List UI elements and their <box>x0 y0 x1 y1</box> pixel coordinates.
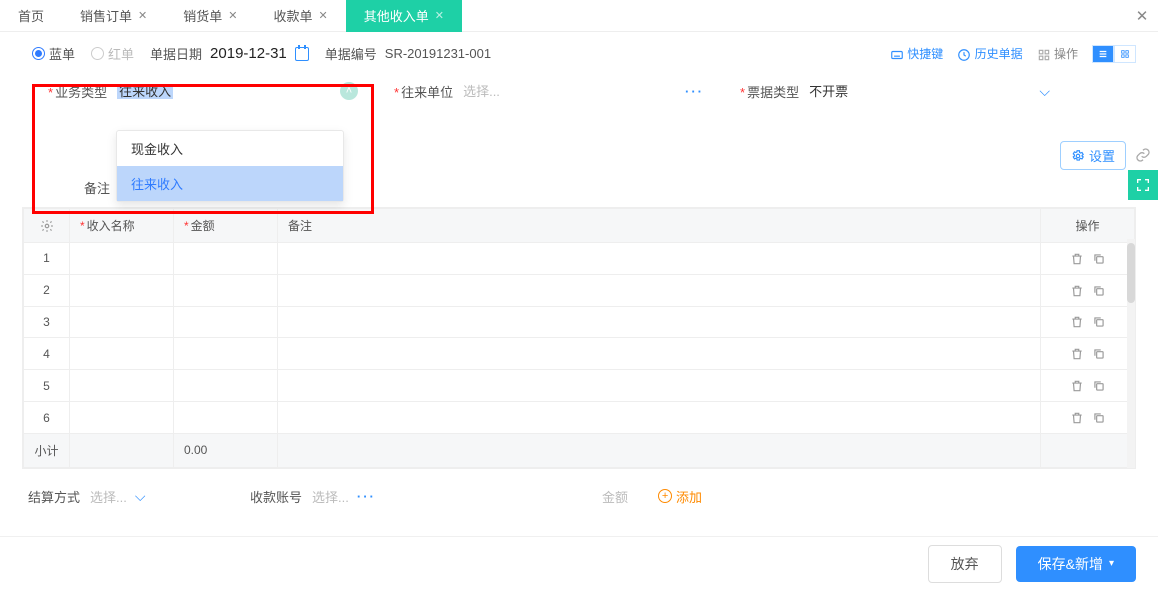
sub-toolbar: 蓝单 红单 单据日期 2019-12-31 单据编号 SR-20191231-001… <box>0 32 1158 73</box>
radio-blue[interactable]: 蓝单 <box>32 44 75 63</box>
grid-view-icon[interactable] <box>1114 45 1136 63</box>
chevron-up-icon[interactable]: ˄ <box>340 82 358 100</box>
side-icons <box>1128 140 1158 200</box>
table-row[interactable]: 6 <box>24 402 1135 434</box>
shortcut-link[interactable]: 快捷键 <box>890 45 943 62</box>
items-table: *收入名称 *金额 备注 操作 1 2 3 4 5 6 小计 0.00 <box>22 207 1136 469</box>
invoice-type-value: 不开票 <box>809 77 1029 105</box>
link-icon[interactable] <box>1128 140 1158 170</box>
pay-account-select[interactable]: 选择...··· <box>312 487 462 506</box>
tab-other-income[interactable]: 其他收入单✕ <box>346 0 462 32</box>
discard-button[interactable]: 放弃 <box>928 545 1002 583</box>
trash-icon[interactable] <box>1070 252 1084 266</box>
table-row[interactable]: 5 <box>24 370 1135 402</box>
close-icon[interactable]: ✕ <box>435 9 444 22</box>
fullscreen-icon[interactable] <box>1128 170 1158 200</box>
copy-icon[interactable] <box>1092 315 1106 329</box>
footer-bar: 放弃 保存&新增▾ <box>0 536 1158 590</box>
tab-sales-order[interactable]: 销售订单✕ <box>62 0 165 32</box>
biz-type-field[interactable]: *业务类型 往来收入 ˄ <box>48 77 358 105</box>
scrollbar[interactable] <box>1127 239 1135 468</box>
col-amount: *金额 <box>174 209 278 243</box>
copy-icon[interactable] <box>1092 379 1106 393</box>
trash-icon[interactable] <box>1070 315 1084 329</box>
date-label: 单据日期 <box>150 44 202 63</box>
view-toggle[interactable] <box>1092 45 1136 63</box>
close-icon[interactable]: ✕ <box>228 9 237 22</box>
no-label: 单据编号 <box>325 44 377 63</box>
tab-home[interactable]: 首页 <box>0 0 62 32</box>
save-and-new-button[interactable]: 保存&新增▾ <box>1016 546 1136 582</box>
table-row[interactable]: 1 <box>24 243 1135 275</box>
close-icon[interactable]: ✕ <box>138 9 147 22</box>
trash-icon[interactable] <box>1070 411 1084 425</box>
no-value: SR-20191231-001 <box>385 46 491 61</box>
tab-receipt[interactable]: 收款单✕ <box>255 0 345 32</box>
close-icon[interactable]: ✕ <box>319 9 328 22</box>
tab-shipment[interactable]: 销货单✕ <box>165 0 255 32</box>
biz-type-option-cash[interactable]: 现金收入 <box>117 131 343 166</box>
table-row[interactable]: 2 <box>24 274 1135 306</box>
trash-icon[interactable] <box>1070 347 1084 361</box>
copy-icon[interactable] <box>1092 284 1106 298</box>
copy-icon[interactable] <box>1092 411 1106 425</box>
pay-amount-label: 金额 <box>602 487 628 506</box>
col-idx <box>24 209 70 243</box>
subtotal-amount: 0.00 <box>174 433 278 467</box>
invoice-type-field[interactable]: *票据类型 不开票 ⌵ <box>740 77 1050 105</box>
operations-menu[interactable]: 操作 <box>1037 45 1078 62</box>
trash-icon[interactable] <box>1070 284 1084 298</box>
biz-type-option-ar[interactable]: 往来收入 <box>117 166 343 201</box>
gear-icon[interactable] <box>40 219 54 233</box>
list-view-icon[interactable] <box>1092 45 1114 63</box>
chevron-down-icon[interactable]: ⌵ <box>1039 83 1050 100</box>
settings-button[interactable]: 设置 <box>1060 141 1126 170</box>
more-icon[interactable]: ··· <box>685 84 704 99</box>
trash-icon[interactable] <box>1070 379 1084 393</box>
pay-account-label: 收款账号 <box>250 487 302 506</box>
radio-red[interactable]: 红单 <box>91 44 134 63</box>
tab-bar: 首页 销售订单✕ 销货单✕ 收款单✕ 其他收入单✕ ✕ <box>0 0 1158 32</box>
copy-icon[interactable] <box>1092 347 1106 361</box>
add-payment-button[interactable]: +添加 <box>658 487 702 506</box>
col-remark: 备注 <box>278 209 1041 243</box>
table-row[interactable]: 4 <box>24 338 1135 370</box>
party-field[interactable]: *往来单位 选择... ··· <box>394 77 704 105</box>
table-row[interactable]: 3 <box>24 306 1135 338</box>
pay-method-label: 结算方式 <box>28 487 80 506</box>
scrollbar-thumb[interactable] <box>1127 243 1135 303</box>
pay-method-select[interactable]: 选择...⌵ <box>90 487 240 506</box>
date-value[interactable]: 2019-12-31 <box>210 45 287 62</box>
close-all-icon[interactable]: ✕ <box>1126 7 1158 25</box>
col-name: *收入名称 <box>70 209 174 243</box>
calendar-icon[interactable] <box>295 47 309 61</box>
party-placeholder: 选择... <box>463 77 675 105</box>
copy-icon[interactable] <box>1092 252 1106 266</box>
col-ops: 操作 <box>1041 209 1135 243</box>
chevron-down-icon: ▾ <box>1109 558 1114 569</box>
subtotal-row: 小计 0.00 <box>24 433 1135 467</box>
payment-row: 结算方式 选择...⌵ 收款账号 选择...··· 金额 +添加 <box>0 469 1158 524</box>
history-link[interactable]: 历史单据 <box>957 45 1022 62</box>
biz-type-value: 往来收入 <box>117 84 173 99</box>
biz-type-dropdown: 现金收入 往来收入 <box>116 130 344 202</box>
